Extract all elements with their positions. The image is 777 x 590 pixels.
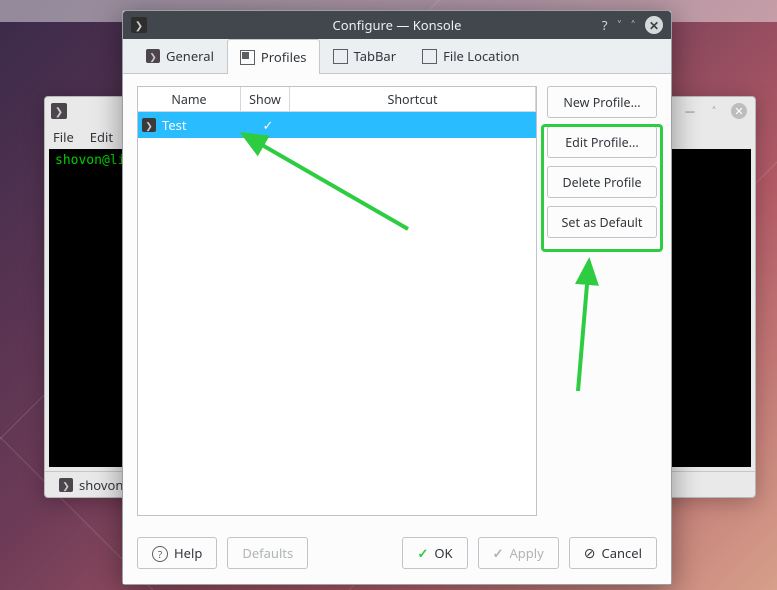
cancel-icon: ⊘ (584, 544, 596, 563)
dialog-title: Configure — Konsole (123, 16, 671, 34)
ok-button-label: OK (434, 544, 452, 562)
edit-profile-button[interactable]: Edit Profile... (547, 126, 657, 158)
cancel-button-label: Cancel (602, 544, 642, 562)
dialog-titlebar[interactable]: ❯ Configure — Konsole ? ˅ ˄ ✕ (123, 11, 671, 39)
terminal-icon: ❯ (59, 478, 73, 492)
table-row[interactable]: ❯ Test ✓ (138, 112, 536, 138)
help-icon (152, 544, 168, 562)
konsole-tab[interactable]: ❯ shovon (51, 473, 131, 497)
close-icon[interactable]: ✕ (645, 16, 663, 34)
header-shortcut[interactable]: Shortcut (290, 87, 536, 111)
tab-profiles-label: Profiles (261, 48, 307, 66)
dialog-app-icon: ❯ (131, 17, 147, 33)
check-icon: ✓ (493, 544, 504, 562)
profiles-icon (240, 50, 255, 65)
profiles-table: Name Show Shortcut ❯ Test ✓ (137, 86, 537, 516)
tab-file-location[interactable]: File Location (409, 38, 532, 73)
profile-actions: New Profile... Edit Profile... Delete Pr… (547, 86, 657, 516)
defaults-button-label: Defaults (242, 544, 293, 562)
cancel-button[interactable]: ⊘ Cancel (569, 537, 657, 569)
konsole-app-icon: ❯ (51, 103, 67, 119)
set-default-button[interactable]: Set as Default (547, 206, 657, 238)
help-button-label: Help (174, 544, 202, 562)
chevron-down-icon[interactable]: ˅ (618, 16, 622, 34)
tab-general-label: General (166, 47, 214, 65)
file-location-icon (422, 49, 437, 64)
tab-general[interactable]: ❯ General (133, 38, 227, 73)
tabbar-icon (333, 49, 348, 64)
apply-button: ✓ Apply (478, 537, 559, 569)
apply-button-label: Apply (510, 544, 544, 562)
menu-file[interactable]: File (53, 128, 74, 146)
header-show[interactable]: Show (241, 87, 290, 111)
tab-file-location-label: File Location (443, 47, 519, 65)
dialog-body: Name Show Shortcut ❯ Test ✓ New Profile.… (123, 74, 671, 528)
defaults-button: Defaults (227, 537, 308, 569)
konsole-tab-label: shovon (79, 476, 123, 494)
table-header: Name Show Shortcut (138, 87, 536, 112)
profile-icon: ❯ (142, 118, 156, 132)
profile-name: Test (162, 116, 187, 134)
new-profile-button[interactable]: New Profile... (547, 86, 657, 118)
menu-edit[interactable]: Edit (90, 128, 113, 146)
tab-profiles[interactable]: Profiles (227, 39, 320, 74)
delete-profile-button[interactable]: Delete Profile (547, 166, 657, 198)
general-icon: ❯ (146, 49, 160, 63)
dialog-tabs: ❯ General Profiles TabBar File Location (123, 39, 671, 74)
help-icon[interactable]: ? (602, 16, 608, 34)
configure-dialog: ❯ Configure — Konsole ? ˅ ˄ ✕ ❯ General … (122, 10, 672, 585)
close-icon[interactable]: ✕ (731, 103, 747, 119)
maximize-icon[interactable]: ˄ (707, 102, 721, 120)
tab-tabbar-label: TabBar (354, 47, 397, 65)
ok-button[interactable]: ✓ OK (402, 537, 467, 569)
header-name[interactable]: Name (138, 87, 241, 111)
tab-tabbar[interactable]: TabBar (320, 38, 410, 73)
minimize-icon[interactable]: ─ (683, 102, 697, 120)
profile-show[interactable]: ✓ (244, 116, 292, 134)
chevron-up-icon[interactable]: ˄ (631, 16, 635, 34)
help-button[interactable]: Help (137, 537, 217, 569)
check-icon: ✓ (417, 544, 428, 562)
dialog-button-bar: Help Defaults ✓ OK ✓ Apply ⊘ Cancel (123, 528, 671, 584)
